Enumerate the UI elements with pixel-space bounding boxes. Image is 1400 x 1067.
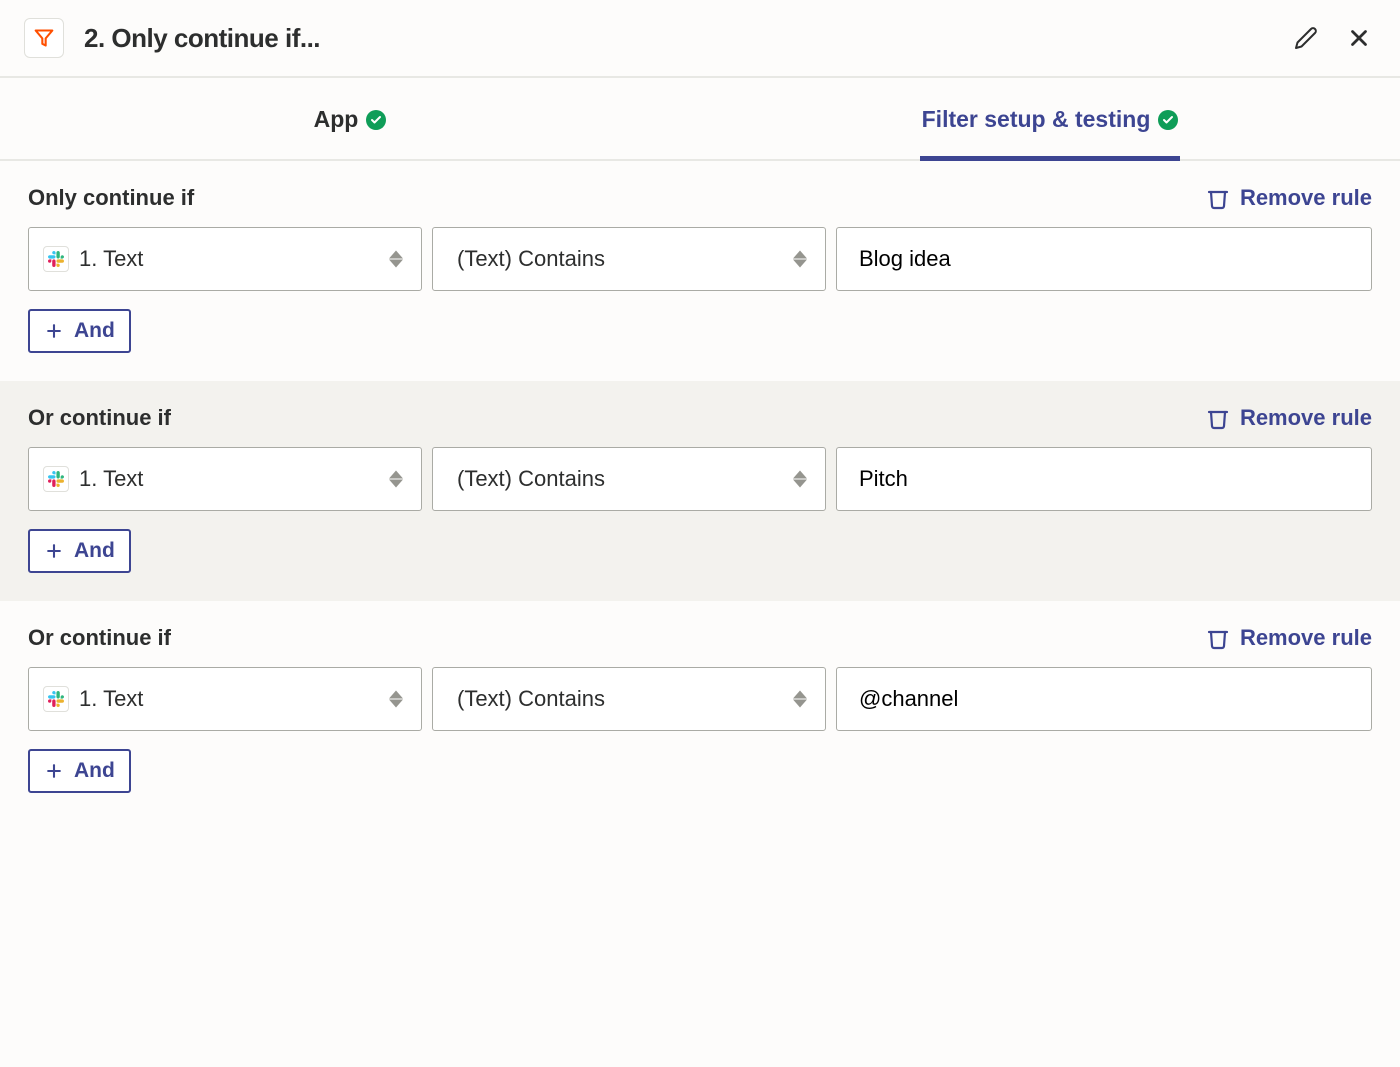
condition-row: 1. Text (Text) Contains bbox=[28, 447, 1372, 511]
sort-arrows-icon bbox=[793, 691, 807, 708]
tab-app[interactable]: App bbox=[0, 78, 700, 159]
rule-header: Or continue if Remove rule bbox=[28, 405, 1372, 431]
setup-tabs: App Filter setup & testing bbox=[0, 78, 1400, 161]
remove-rule-button[interactable]: Remove rule bbox=[1206, 405, 1372, 431]
slack-icon bbox=[48, 471, 64, 487]
check-badge bbox=[1158, 110, 1178, 130]
pencil-icon bbox=[1294, 26, 1318, 50]
check-icon bbox=[370, 114, 382, 126]
sort-arrows-icon bbox=[389, 471, 403, 488]
field-chip: 1. Text bbox=[43, 466, 143, 492]
sort-arrows-icon bbox=[389, 251, 403, 268]
remove-rule-label: Remove rule bbox=[1240, 185, 1372, 211]
sort-arrows-icon bbox=[793, 251, 807, 268]
sort-arrows-icon bbox=[389, 691, 403, 708]
remove-rule-button[interactable]: Remove rule bbox=[1206, 625, 1372, 651]
value-input[interactable] bbox=[836, 227, 1372, 291]
operator-select[interactable]: (Text) Contains bbox=[432, 667, 826, 731]
rule-header: Only continue if Remove rule bbox=[28, 185, 1372, 211]
field-label: 1. Text bbox=[79, 246, 143, 272]
check-badge bbox=[366, 110, 386, 130]
step-header: 2. Only continue if... bbox=[0, 0, 1400, 78]
step-title: 2. Only continue if... bbox=[84, 23, 1290, 54]
field-select[interactable]: 1. Text bbox=[28, 227, 422, 291]
trash-icon bbox=[1206, 406, 1230, 430]
tab-filter-setup-label: Filter setup & testing bbox=[922, 106, 1151, 133]
remove-rule-label: Remove rule bbox=[1240, 625, 1372, 651]
field-chip: 1. Text bbox=[43, 686, 143, 712]
field-label: 1. Text bbox=[79, 466, 143, 492]
filter-step-icon-box bbox=[24, 18, 64, 58]
close-button[interactable] bbox=[1342, 21, 1376, 55]
rule-title: Or continue if bbox=[28, 405, 171, 431]
tab-app-label: App bbox=[314, 106, 359, 133]
rule-title: Only continue if bbox=[28, 185, 194, 211]
operator-label: (Text) Contains bbox=[457, 686, 605, 712]
check-icon bbox=[1162, 114, 1174, 126]
sort-arrows-icon bbox=[793, 471, 807, 488]
and-label: And bbox=[74, 759, 115, 783]
plus-icon bbox=[44, 761, 64, 781]
condition-row: 1. Text (Text) Contains bbox=[28, 667, 1372, 731]
operator-select[interactable]: (Text) Contains bbox=[432, 447, 826, 511]
remove-rule-label: Remove rule bbox=[1240, 405, 1372, 431]
rule-header: Or continue if Remove rule bbox=[28, 625, 1372, 651]
field-select[interactable]: 1. Text bbox=[28, 447, 422, 511]
field-select[interactable]: 1. Text bbox=[28, 667, 422, 731]
slack-icon-box bbox=[43, 246, 69, 272]
close-icon bbox=[1346, 25, 1372, 51]
operator-label: (Text) Contains bbox=[457, 466, 605, 492]
value-input[interactable] bbox=[836, 447, 1372, 511]
operator-label: (Text) Contains bbox=[457, 246, 605, 272]
add-and-button[interactable]: And bbox=[28, 749, 131, 793]
plus-icon bbox=[44, 541, 64, 561]
filter-icon bbox=[34, 28, 54, 48]
trash-icon bbox=[1206, 186, 1230, 210]
add-and-button[interactable]: And bbox=[28, 529, 131, 573]
and-label: And bbox=[74, 539, 115, 563]
field-chip: 1. Text bbox=[43, 246, 143, 272]
trash-icon bbox=[1206, 626, 1230, 650]
field-label: 1. Text bbox=[79, 686, 143, 712]
slack-icon-box bbox=[43, 466, 69, 492]
and-label: And bbox=[74, 319, 115, 343]
rule-block: Or continue if Remove rule 1. Text (Text… bbox=[0, 601, 1400, 821]
operator-select[interactable]: (Text) Contains bbox=[432, 227, 826, 291]
plus-icon bbox=[44, 321, 64, 341]
slack-icon bbox=[48, 691, 64, 707]
tab-filter-setup[interactable]: Filter setup & testing bbox=[700, 78, 1400, 159]
add-and-button[interactable]: And bbox=[28, 309, 131, 353]
rename-button[interactable] bbox=[1290, 21, 1322, 55]
header-actions bbox=[1290, 21, 1376, 55]
condition-row: 1. Text (Text) Contains bbox=[28, 227, 1372, 291]
value-input[interactable] bbox=[836, 667, 1372, 731]
slack-icon bbox=[48, 251, 64, 267]
rule-block: Or continue if Remove rule 1. Text (Text… bbox=[0, 381, 1400, 601]
rule-title: Or continue if bbox=[28, 625, 171, 651]
rule-block: Only continue if Remove rule 1. Text (Te… bbox=[0, 161, 1400, 381]
remove-rule-button[interactable]: Remove rule bbox=[1206, 185, 1372, 211]
slack-icon-box bbox=[43, 686, 69, 712]
